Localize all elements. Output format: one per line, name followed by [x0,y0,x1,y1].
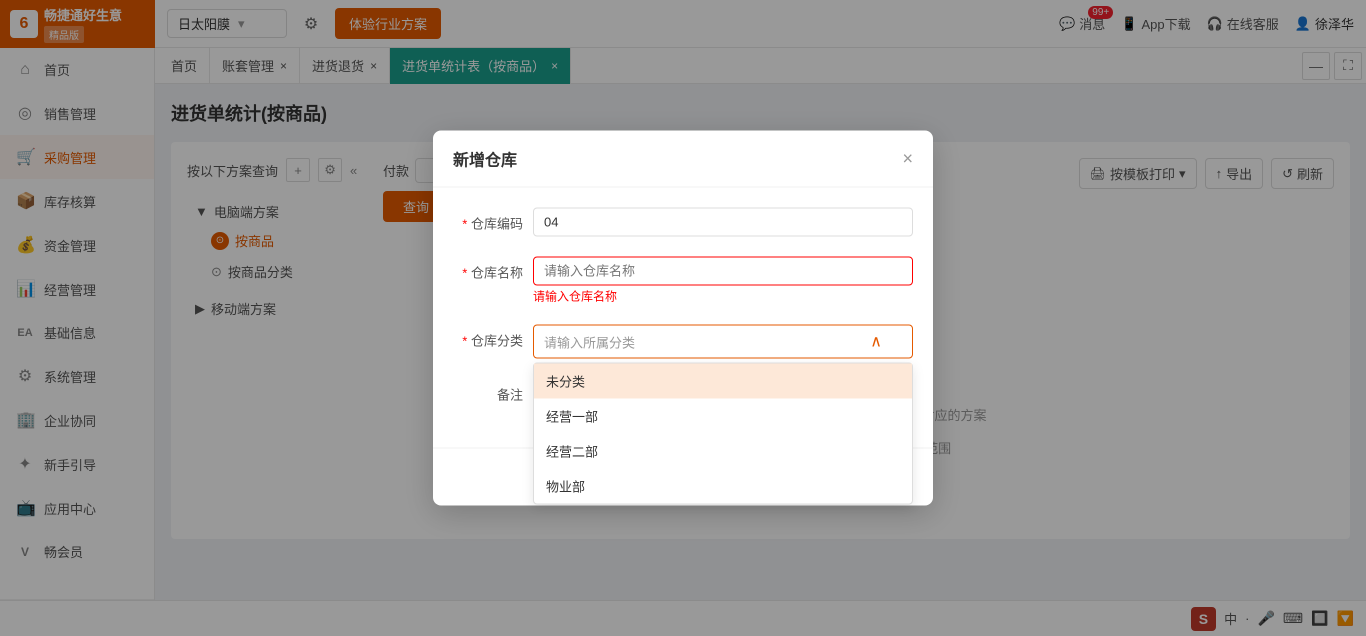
modal-body: * 仓库编码 * 仓库名称 请输入仓库名称 * 仓库分类 [433,188,933,448]
category-chevron-icon: ∧ [870,332,882,352]
code-required-mark: * [462,217,467,232]
category-select[interactable]: 请输入所属分类 ∧ [533,325,913,359]
form-row-category: * 仓库分类 请输入所属分类 ∧ 未分类 经营一部 经营二部 [453,325,913,359]
category-placeholder: 请输入所属分类 [544,332,635,351]
dropdown-item-uncategorized-label: 未分类 [546,375,585,390]
remark-label: 备注 [453,379,533,404]
name-label: * 仓库名称 [453,257,533,282]
dropdown-item-property-label: 物业部 [546,480,585,495]
name-label-text: 仓库名称 [471,266,523,281]
category-select-wrap: 请输入所属分类 ∧ 未分类 经营一部 经营二部 物业部 [533,325,913,359]
category-dropdown: 未分类 经营一部 经营二部 物业部 [533,363,913,505]
dropdown-item-operations1-label: 经营一部 [546,410,598,425]
dropdown-item-operations1[interactable]: 经营一部 [534,399,912,434]
add-warehouse-modal: 新增仓库 × * 仓库编码 * 仓库名称 请输入仓库名称 [433,131,933,506]
code-input[interactable] [533,208,913,237]
name-required-mark: * [462,266,467,281]
category-label-text: 仓库分类 [471,334,523,349]
dropdown-item-uncategorized[interactable]: 未分类 [534,364,912,399]
form-row-code: * 仓库编码 [453,208,913,237]
code-label: * 仓库编码 [453,208,533,233]
dropdown-item-operations2[interactable]: 经营二部 [534,434,912,469]
modal-title: 新增仓库 [453,147,517,171]
modal-header: 新增仓库 × [433,131,933,188]
form-row-name: * 仓库名称 请输入仓库名称 [453,257,913,305]
name-input[interactable] [533,257,913,286]
dropdown-item-operations2-label: 经营二部 [546,445,598,460]
code-label-text: 仓库编码 [471,217,523,232]
name-error-msg: 请输入仓库名称 [533,288,913,305]
category-label: * 仓库分类 [453,325,533,350]
code-input-wrap [533,208,913,237]
dropdown-item-property[interactable]: 物业部 [534,469,912,504]
name-input-wrap: 请输入仓库名称 [533,257,913,305]
category-required-mark: * [462,334,467,349]
modal-close-icon[interactable]: × [902,148,913,169]
